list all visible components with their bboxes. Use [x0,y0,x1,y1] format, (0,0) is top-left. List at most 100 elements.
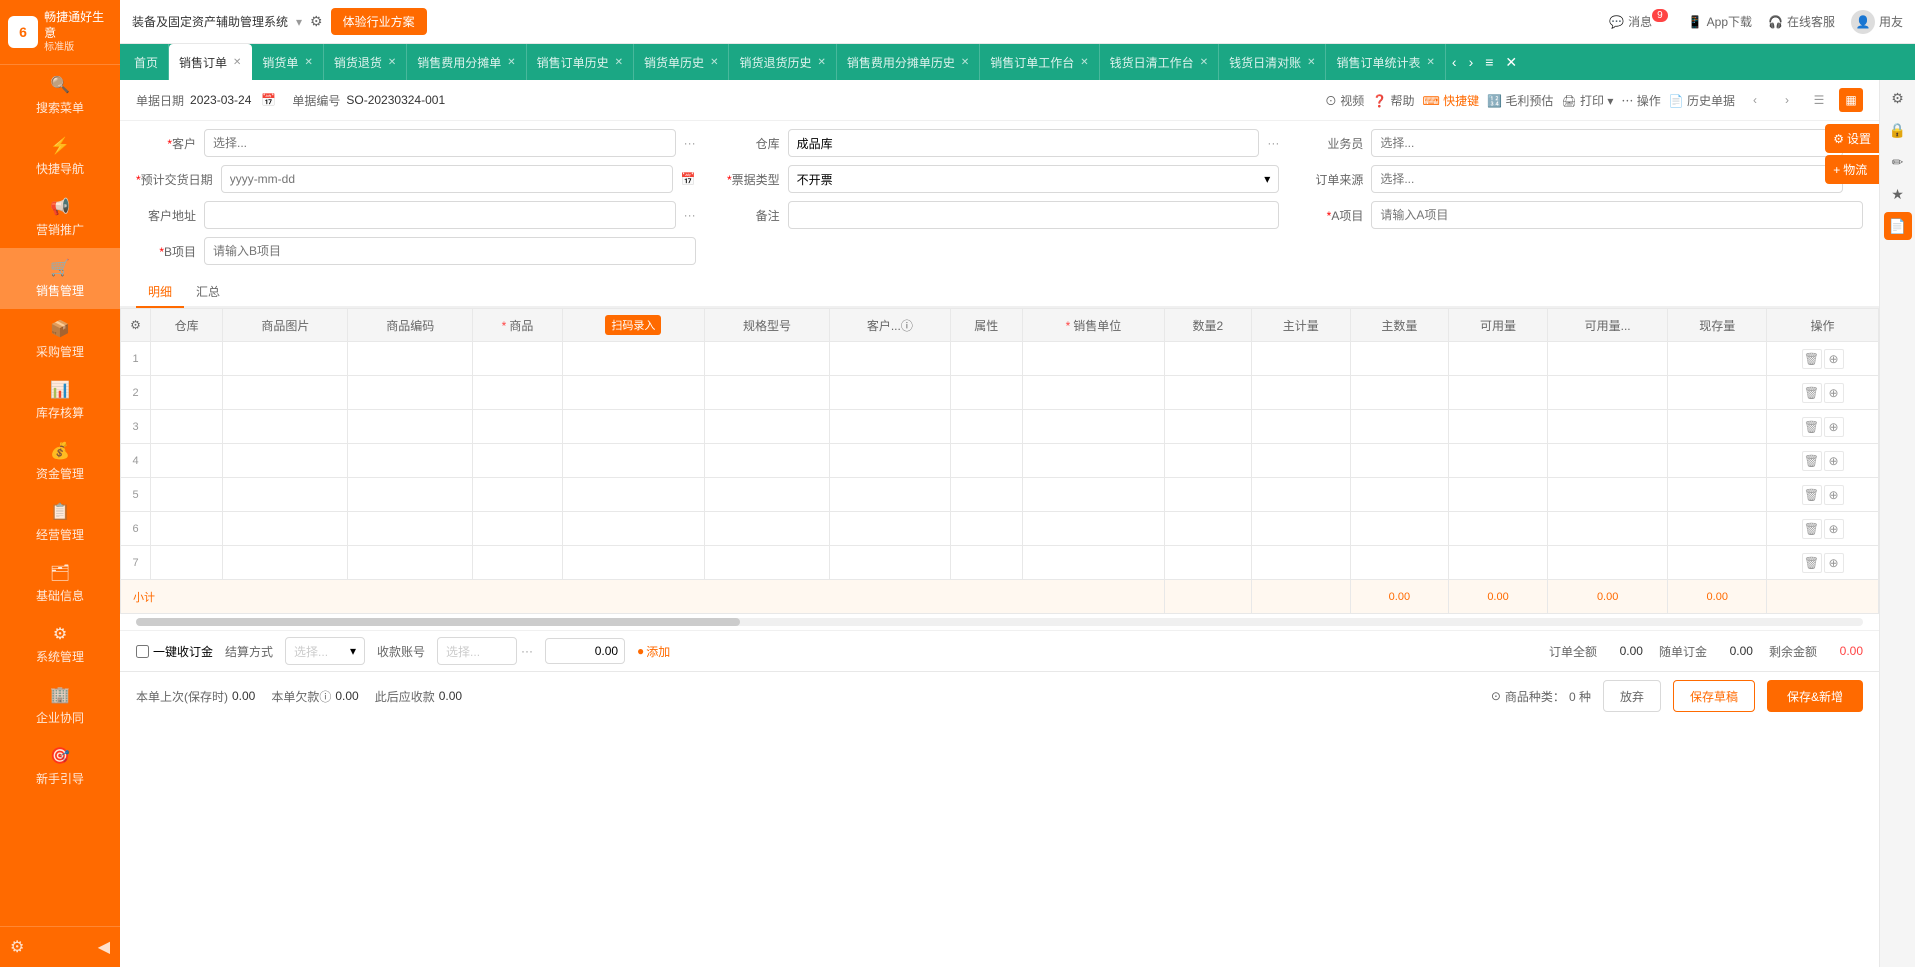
row-5-customer-ref[interactable] [830,478,951,512]
row-7-customer-ref[interactable] [830,546,951,580]
row-5-available-detail[interactable] [1547,478,1668,512]
row-6-code[interactable] [348,512,473,546]
right-panel-settings-icon[interactable]: ⚙ [1884,84,1912,112]
sidebar-item-marketing[interactable]: 📢 营销推广 [0,187,120,248]
row-6-qty2[interactable] [1164,512,1251,546]
row-2-spec[interactable] [705,376,830,410]
tab-order-workbench-close-icon[interactable]: ✕ [1080,57,1088,68]
row-3-code[interactable] [348,410,473,444]
row-2-qty2[interactable] [1164,376,1251,410]
tab-fee-split-close-icon[interactable]: ✕ [507,57,515,68]
tab-order-history-close-icon[interactable]: ✕ [615,57,623,68]
row-6-product[interactable] [473,512,562,546]
row-4-product[interactable] [473,444,562,478]
row-7-sales-unit[interactable] [1022,546,1164,580]
row-2-available-detail[interactable] [1547,376,1668,410]
history-button[interactable]: 📄 历史单据 [1669,92,1735,109]
row-6-copy-icon[interactable]: ⊕ [1824,519,1844,539]
row-1-warehouse[interactable] [151,342,223,376]
tab-credit-workbench-close-icon[interactable]: ✕ [1200,57,1208,68]
row-6-available[interactable] [1449,512,1548,546]
row-6-main-qty[interactable] [1350,512,1449,546]
row-5-warehouse[interactable] [151,478,223,512]
tab-sales-invoice[interactable]: 销货单 ✕ [252,44,323,80]
row-5-delete-icon[interactable]: 🗑 [1802,485,1822,505]
sidebar-item-purchase[interactable]: 📦 采购管理 [0,309,120,370]
row-6-sales-unit[interactable] [1022,512,1164,546]
row-2-sales-unit[interactable] [1022,376,1164,410]
operation-button[interactable]: ⋯ 操作 [1621,92,1660,109]
row-7-copy-icon[interactable]: ⊕ [1824,553,1844,573]
horizontal-scrollbar[interactable] [136,618,1863,626]
sidebar-item-newbie[interactable]: 🎯 新手引导 [0,736,120,797]
col-available-detail[interactable]: 可用量... [1547,309,1668,342]
video-button[interactable]: ⊙ 视频 [1325,92,1364,109]
user-button[interactable]: 👤 用友 [1851,10,1903,34]
row-2-copy-icon[interactable]: ⊕ [1824,383,1844,403]
row-4-delete-icon[interactable]: 🗑 [1802,451,1822,471]
settings-bottom-icon[interactable]: ⚙ [10,937,24,957]
row-5-copy-icon[interactable]: ⊕ [1824,485,1844,505]
row-6-attribute[interactable] [950,512,1022,546]
row-1-spec[interactable] [705,342,830,376]
row-5-available[interactable] [1449,478,1548,512]
row-4-main-qty[interactable] [1350,444,1449,478]
warehouse-more-icon[interactable]: ··· [1267,136,1279,150]
row-4-attribute[interactable] [950,444,1022,478]
row-7-delete-icon[interactable]: 🗑 [1802,553,1822,573]
row-2-code[interactable] [348,376,473,410]
delivery-date-input[interactable] [221,165,673,193]
row-4-sales-unit[interactable] [1022,444,1164,478]
row-4-available-detail[interactable] [1547,444,1668,478]
col-current-stock[interactable]: 现存量 [1668,309,1767,342]
tab-more-icon[interactable]: ≡ [1479,54,1499,70]
row-3-spec[interactable] [705,410,830,444]
tab-invoice-history-close-icon[interactable]: ✕ [710,57,718,68]
scan-input-button[interactable]: 扫码录入 [605,315,661,335]
row-2-current-stock[interactable] [1668,376,1767,410]
col-product-code[interactable]: 商品编码 [348,309,473,342]
row-4-code[interactable] [348,444,473,478]
scroll-thumb[interactable] [136,618,740,626]
collapse-icon[interactable]: ◀ [98,937,110,957]
col-attribute[interactable]: 属性 [950,309,1022,342]
row-3-warehouse[interactable] [151,410,223,444]
row-2-attribute[interactable] [950,376,1022,410]
row-5-spec[interactable] [705,478,830,512]
tab-order-workbench[interactable]: 销售订单工作台 ✕ [980,44,1099,80]
add-goods-button[interactable]: + 物流 [1825,155,1879,184]
col-customer-ref[interactable]: 客户...ⓘ [830,309,951,342]
row-5-code[interactable] [348,478,473,512]
right-panel-lock-icon[interactable]: 🔒 [1884,116,1912,144]
sub-tab-detail[interactable]: 明细 [136,277,184,308]
save-draft-button[interactable]: 保存草稿 [1673,680,1755,712]
row-6-warehouse[interactable] [151,512,223,546]
row-3-available-detail[interactable] [1547,410,1668,444]
tab-sales-summary[interactable]: 销售订单统计表 ✕ [1326,44,1445,80]
right-panel-doc-icon[interactable]: 📄 [1884,212,1912,240]
col-product-image[interactable]: 商品图片 [223,309,348,342]
sidebar-item-basic-info[interactable]: 🗂 基础信息 [0,553,120,614]
discard-button[interactable]: 放弃 [1603,680,1661,712]
row-6-main-unit[interactable] [1251,512,1350,546]
row-1-product[interactable] [473,342,562,376]
row-3-sales-unit[interactable] [1022,410,1164,444]
receipt-more-icon[interactable]: ··· [521,644,533,658]
sidebar-item-inventory[interactable]: 📊 库存核算 [0,370,120,431]
message-button[interactable]: 💬 消息 9 [1609,13,1672,30]
row-1-current-stock[interactable] [1668,342,1767,376]
row-5-attribute[interactable] [950,478,1022,512]
row-1-qty2[interactable] [1164,342,1251,376]
row-2-delete-icon[interactable]: 🗑 [1802,383,1822,403]
row-7-warehouse[interactable] [151,546,223,580]
tab-sales-order[interactable]: 销售订单 ✕ [169,44,252,80]
row-7-main-qty[interactable] [1350,546,1449,580]
row-1-sales-unit[interactable] [1022,342,1164,376]
row-1-customer-ref[interactable] [830,342,951,376]
row-6-customer-ref[interactable] [830,512,951,546]
row-7-current-stock[interactable] [1668,546,1767,580]
row-3-product[interactable] [473,410,562,444]
row-2-warehouse[interactable] [151,376,223,410]
sidebar-item-operations[interactable]: 📋 经营管理 [0,492,120,553]
row-4-spec[interactable] [705,444,830,478]
